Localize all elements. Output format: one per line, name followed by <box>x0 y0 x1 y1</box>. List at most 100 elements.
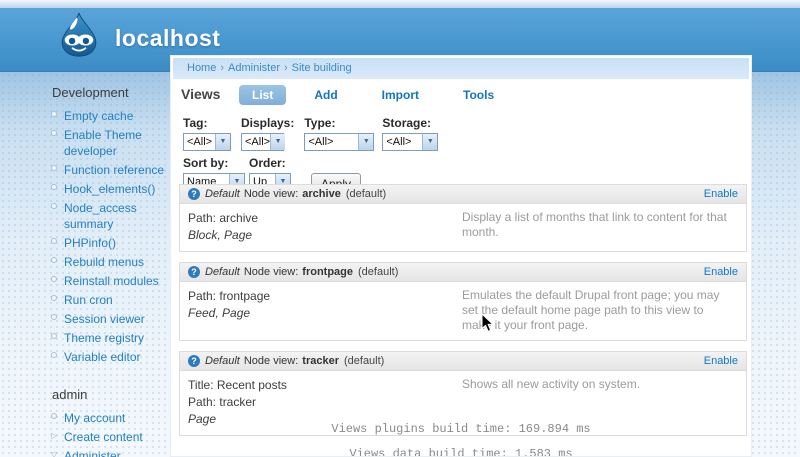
views-list: ? Default Node view: archive (default) E… <box>179 184 747 446</box>
sidebar-item-node-access-summary[interactable]: Node_access summary <box>20 200 170 232</box>
tag-filter-select[interactable]: <All> ▼ <box>183 133 231 151</box>
sidebar-item-session-viewer[interactable]: Session viewer <box>20 311 170 327</box>
sidebar-item-function-reference[interactable]: Function reference <box>20 162 170 178</box>
expanded-arrow-icon[interactable]: ▽ <box>51 451 57 457</box>
view-row-body: Path: frontpage Feed, Page Emulates the … <box>180 282 746 340</box>
displays-filter: Displays: <All> ▼ <box>241 116 294 151</box>
sidebar-item-hook-elements[interactable]: Hook_elements() <box>20 181 170 197</box>
development-menu: Empty cache Enable Theme developer Funct… <box>20 108 170 365</box>
bullet-circle-icon <box>51 203 57 209</box>
tab-bar: List Add Import Tools <box>239 85 528 105</box>
help-icon[interactable]: ? <box>188 188 200 200</box>
bullet-circle-icon <box>51 184 57 190</box>
chevron-down-icon: ▼ <box>270 134 286 150</box>
view-path: Path: frontpage <box>188 289 271 303</box>
view-displays: Feed, Page <box>188 306 251 320</box>
view-path: Path: tracker <box>188 395 257 409</box>
view-name: tracker <box>302 355 339 367</box>
sidebar-item-create-content[interactable]: ▷ Create content <box>20 429 170 445</box>
site-title[interactable]: localhost <box>115 25 220 52</box>
view-suffix: (default) <box>345 188 387 200</box>
sidebar-item-administer[interactable]: ▽Administer ▷Content management <box>20 448 170 457</box>
view-row-header: ? Default Node view: frontpage (default)… <box>180 263 746 282</box>
views-plugins-build-time: Views plugins build time: 169.894 ms <box>331 422 591 436</box>
sidebar-item-rebuild-menus[interactable]: Rebuild menus <box>20 254 170 270</box>
view-suffix: (default) <box>358 266 399 278</box>
views-data-build-time: Views data build time: 1.583 ms <box>349 447 573 457</box>
sidebar-item-enable-theme-developer[interactable]: Enable Theme developer <box>20 127 170 159</box>
view-suffix: (default) <box>343 355 385 367</box>
bullet-circle-icon <box>51 238 57 244</box>
sort-by-label: Sort by: <box>183 156 229 170</box>
breadcrumb-home-link[interactable]: Home <box>187 62 216 74</box>
bullet-circle-icon <box>51 257 57 263</box>
bullet-circle-icon <box>51 333 57 339</box>
tag-filter-label: Tag: <box>183 116 208 130</box>
view-description: Emulates the default Drupal front page; … <box>461 288 720 332</box>
storage-filter-select[interactable]: <All> ▼ <box>382 133 439 151</box>
breadcrumb-separator: › <box>220 62 225 74</box>
displays-filter-label: Displays: <box>241 116 295 130</box>
type-filter-label: Type: <box>304 116 336 130</box>
view-name: frontpage <box>302 266 354 278</box>
bullet-circle-icon <box>51 130 57 136</box>
view-type: Default <box>205 188 240 200</box>
breadcrumb-site-building-link[interactable]: Site building <box>292 62 352 74</box>
header-top-strip <box>0 0 800 8</box>
bullet-circle-icon <box>51 413 57 419</box>
sidebar-item-empty-cache[interactable]: Empty cache <box>20 108 170 124</box>
view-title: Title: Recent posts <box>188 378 287 392</box>
tag-filter: Tag: <All> ▼ <box>183 116 231 151</box>
enable-link[interactable]: Enable <box>704 266 738 278</box>
sidebar-section-development: Development <box>52 85 129 100</box>
view-type: Default <box>205 355 240 367</box>
tab-import[interactable]: Import <box>372 85 429 105</box>
view-row-header: ? Default Node view: archive (default) E… <box>180 185 746 204</box>
view-details: Path: frontpage Feed, Page <box>188 288 446 333</box>
sidebar-item-my-account[interactable]: My account <box>20 410 170 426</box>
tab-tools[interactable]: Tools <box>453 85 504 105</box>
view-path: Path: archive <box>188 211 259 225</box>
storage-filter-label: Storage: <box>382 116 432 130</box>
view-displays: Block, Page <box>188 228 253 242</box>
sidebar-item-theme-registry[interactable]: Theme registry <box>20 330 170 346</box>
content-panel: Home › Administer › Site building Views List A… <box>170 55 752 457</box>
chevron-down-icon: ▼ <box>358 134 374 150</box>
sidebar-item-phpinfo[interactable]: PHPinfo() <box>20 235 170 251</box>
mouse-cursor <box>481 313 494 332</box>
view-row-body: Path: archive Block, Page Display a list… <box>180 204 746 251</box>
tab-add[interactable]: Add <box>304 85 347 105</box>
enable-link[interactable]: Enable <box>704 355 738 367</box>
view-kind: Node view: <box>243 188 299 200</box>
breadcrumb-separator: › <box>283 62 288 74</box>
view-row-header: ? Default Node view: tracker (default) E… <box>180 352 746 371</box>
sidebar-item-run-cron[interactable]: Run cron <box>20 292 170 308</box>
view-details: Title: Recent posts Path: tracker Page <box>188 377 446 428</box>
sidebar-section-admin: admin <box>52 387 88 402</box>
page-header: Views List Add Import Tools <box>181 85 743 108</box>
drupal-logo-icon <box>61 12 97 57</box>
storage-filter: Storage: <All> ▼ <box>382 116 439 151</box>
view-description: Shows all new activity on system. <box>461 377 641 391</box>
tab-list[interactable]: List <box>239 85 287 105</box>
page-title: Views <box>181 86 221 102</box>
filter-row-1: Tag: <All> ▼ Displays: <All> ▼ Type: <Al… <box>183 116 743 151</box>
bullet-circle-icon <box>51 295 57 301</box>
collapsed-arrow-icon[interactable]: ▷ <box>51 432 57 440</box>
view-details: Path: archive Block, Page <box>188 210 446 244</box>
sidebar-item-variable-editor[interactable]: Variable editor <box>20 349 170 365</box>
bullet-circle-icon <box>51 111 57 117</box>
breadcrumb: Home › Administer › Site building <box>173 58 749 79</box>
help-icon[interactable]: ? <box>188 355 200 367</box>
view-type: Default <box>205 266 240 278</box>
admin-menu: My account ▷Create content ▽Administer ▷… <box>20 410 170 457</box>
breadcrumb-administer-link[interactable]: Administer <box>228 62 280 74</box>
help-icon[interactable]: ? <box>188 266 200 278</box>
type-filter-select[interactable]: <All> ▼ <box>304 133 375 151</box>
displays-filter-select[interactable]: <All> ▼ <box>241 133 286 151</box>
view-name: archive <box>302 188 341 200</box>
bullet-circle-icon <box>51 314 57 320</box>
sidebar-item-reinstall-modules[interactable]: Reinstall modules <box>20 273 170 289</box>
chevron-down-icon: ▼ <box>215 134 230 150</box>
enable-link[interactable]: Enable <box>704 188 738 200</box>
